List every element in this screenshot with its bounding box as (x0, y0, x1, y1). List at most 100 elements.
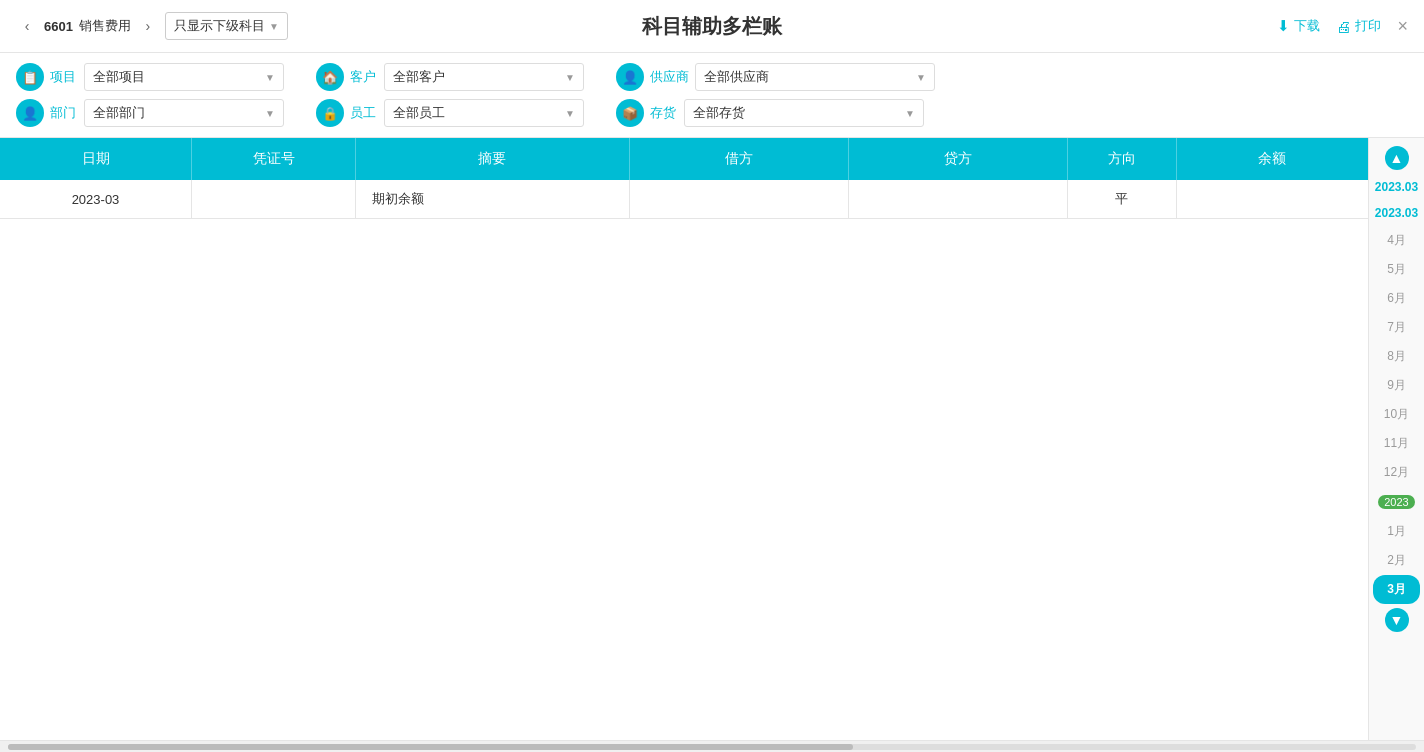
cell-summary: 期初余额 (356, 180, 630, 219)
employee-label: 员工 (350, 104, 378, 122)
timeline-label: 7月 (1387, 320, 1406, 334)
timeline-item-9[interactable]: 9月 (1369, 371, 1424, 400)
filter-row-1: 📋 项目 全部项目 ▼ 🏠 客户 全部客户 ▼ 👤 供应商 (16, 63, 1408, 91)
table-area: 日期 凭证号 摘要 借方 贷方 方向 余额 2023-03 期初余额 (0, 138, 1368, 740)
page-title: 科目辅助多栏账 (642, 13, 782, 40)
download-button[interactable]: ⬇ 下载 (1277, 17, 1320, 35)
filter-item-project: 📋 项目 全部项目 ▼ (16, 63, 284, 91)
timeline-item-4[interactable]: 4月 (1369, 226, 1424, 255)
scrollbar-track (8, 744, 1416, 750)
next-account-button[interactable]: › (137, 15, 159, 37)
project-icon: 📋 (16, 63, 44, 91)
timeline-item-10[interactable]: 10月 (1369, 400, 1424, 429)
chevron-down-icon: ▼ (265, 108, 275, 119)
bottom-scrollbar[interactable] (0, 740, 1424, 752)
sub-account-filter[interactable]: 只显示下级科目 ▼ (165, 12, 288, 40)
timeline-down-button[interactable]: ▼ (1385, 608, 1409, 632)
department-icon: 👤 (16, 99, 44, 127)
inventory-label: 存货 (650, 104, 678, 122)
department-select[interactable]: 全部部门 ▼ (84, 99, 284, 127)
download-label: 下载 (1294, 17, 1320, 35)
timeline-item-8[interactable]: 8月 (1369, 342, 1424, 371)
chevron-down-icon: ▼ (565, 108, 575, 119)
title-bar: ‹ 6601 销售费用 › 只显示下级科目 ▼ 科目辅助多栏账 ⬇ 下载 🖨 打… (0, 0, 1424, 53)
cell-balance (1176, 180, 1368, 219)
timeline-item-7[interactable]: 7月 (1369, 313, 1424, 342)
filter-item-customer: 🏠 客户 全部客户 ▼ (316, 63, 584, 91)
timeline-item-2023-03-b[interactable]: 2023.03 (1369, 200, 1424, 226)
cell-debit (629, 180, 848, 219)
col-credit: 贷方 (848, 138, 1067, 180)
year-badge: 2023 (1378, 495, 1414, 509)
cell-direction: 平 (1067, 180, 1176, 219)
employee-value: 全部员工 (393, 104, 445, 122)
main-content: 日期 凭证号 摘要 借方 贷方 方向 余额 2023-03 期初余额 (0, 138, 1424, 740)
chevron-down-icon: ▼ (265, 72, 275, 83)
prev-account-button[interactable]: ‹ (16, 15, 38, 37)
timeline-item-2023-03-top[interactable]: 2023.03 (1369, 174, 1424, 200)
timeline-item-5[interactable]: 5月 (1369, 255, 1424, 284)
cell-date: 2023-03 (0, 180, 192, 219)
timeline-item-1[interactable]: 1月 (1369, 517, 1424, 546)
customer-select[interactable]: 全部客户 ▼ (384, 63, 584, 91)
timeline-label: 12月 (1384, 465, 1409, 479)
customer-icon: 🏠 (316, 63, 344, 91)
project-select[interactable]: 全部项目 ▼ (84, 63, 284, 91)
col-date: 日期 (0, 138, 192, 180)
table-row: 2023-03 期初余额 平 (0, 180, 1368, 219)
table-header-row: 日期 凭证号 摘要 借方 贷方 方向 余额 (0, 138, 1368, 180)
inventory-value: 全部存货 (693, 104, 745, 122)
supplier-value: 全部供应商 (704, 68, 769, 86)
timeline-label: 1月 (1387, 524, 1406, 538)
close-button[interactable]: × (1397, 16, 1408, 37)
col-debit: 借方 (629, 138, 848, 180)
col-direction: 方向 (1067, 138, 1176, 180)
customer-value: 全部客户 (393, 68, 445, 86)
account-code: 6601 (44, 19, 73, 34)
supplier-label: 供应商 (650, 68, 689, 86)
filter-item-supplier: 👤 供应商 全部供应商 ▼ (616, 63, 935, 91)
timeline-label: 3月 (1387, 582, 1406, 596)
ledger-table: 日期 凭证号 摘要 借方 贷方 方向 余额 2023-03 期初余额 (0, 138, 1368, 219)
timeline-label: 2023.03 (1375, 180, 1418, 194)
filter-area: 📋 项目 全部项目 ▼ 🏠 客户 全部客户 ▼ 👤 供应商 (0, 53, 1424, 138)
timeline-item-2[interactable]: 2月 (1369, 546, 1424, 575)
timeline-label: 10月 (1384, 407, 1409, 421)
chevron-down-icon: ▼ (269, 21, 279, 32)
supplier-icon: 👤 (616, 63, 644, 91)
chevron-down-icon: ▼ (905, 108, 915, 119)
print-button[interactable]: 🖨 打印 (1336, 17, 1381, 35)
timeline-item-6[interactable]: 6月 (1369, 284, 1424, 313)
print-icon: 🖨 (1336, 18, 1351, 35)
col-summary: 摘要 (356, 138, 630, 180)
timeline-item-12[interactable]: 12月 (1369, 458, 1424, 487)
timeline-label: 8月 (1387, 349, 1406, 363)
chevron-down-icon: ▼ (916, 72, 926, 83)
download-icon: ⬇ (1277, 17, 1290, 35)
project-value: 全部项目 (93, 68, 145, 86)
filter-row-2: 👤 部门 全部部门 ▼ 🔒 员工 全部员工 ▼ 📦 存货 (16, 99, 1408, 127)
account-name: 销售费用 (79, 17, 131, 35)
timeline-item-3-active[interactable]: 3月 (1373, 575, 1420, 604)
print-label: 打印 (1355, 17, 1381, 35)
supplier-select[interactable]: 全部供应商 ▼ (695, 63, 935, 91)
col-voucher: 凭证号 (192, 138, 356, 180)
timeline-label: 9月 (1387, 378, 1406, 392)
department-value: 全部部门 (93, 104, 145, 122)
timeline-label: 2月 (1387, 553, 1406, 567)
employee-icon: 🔒 (316, 99, 344, 127)
filter-item-department: 👤 部门 全部部门 ▼ (16, 99, 284, 127)
timeline-label: 11月 (1384, 436, 1409, 450)
timeline-up-button[interactable]: ▲ (1385, 146, 1409, 170)
chevron-down-icon: ▼ (565, 72, 575, 83)
filter-item-inventory: 📦 存货 全部存货 ▼ (616, 99, 924, 127)
sub-account-filter-label: 只显示下级科目 (174, 17, 265, 35)
timeline-label: 5月 (1387, 262, 1406, 276)
employee-select[interactable]: 全部员工 ▼ (384, 99, 584, 127)
inventory-select[interactable]: 全部存货 ▼ (684, 99, 924, 127)
timeline-label: 4月 (1387, 233, 1406, 247)
cell-credit (848, 180, 1067, 219)
main-window: ‹ 6601 销售费用 › 只显示下级科目 ▼ 科目辅助多栏账 ⬇ 下载 🖨 打… (0, 0, 1424, 752)
timeline-item-11[interactable]: 11月 (1369, 429, 1424, 458)
timeline-year-2023: 2023 (1369, 487, 1424, 517)
